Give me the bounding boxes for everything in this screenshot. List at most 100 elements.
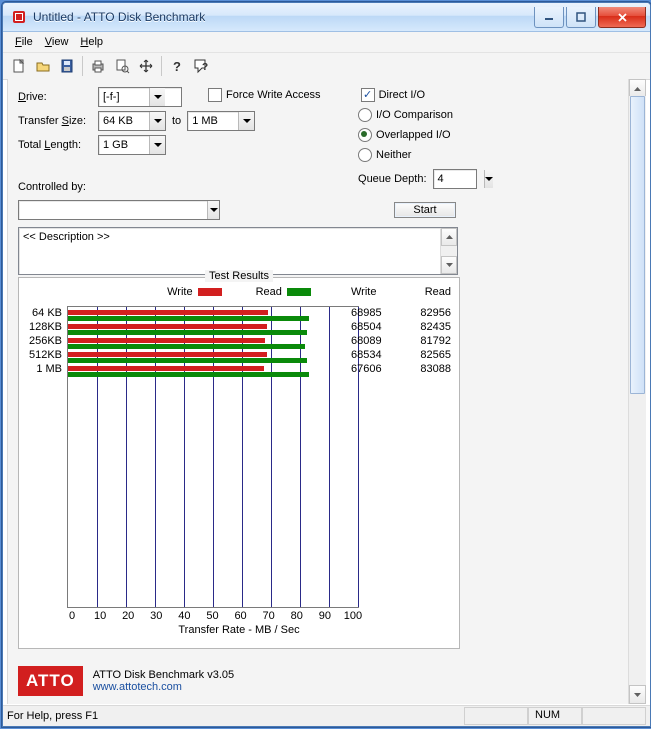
- x-tick: 0: [62, 610, 82, 622]
- status-help: For Help, press F1: [7, 710, 98, 722]
- open-icon[interactable]: [31, 54, 55, 78]
- value-row: 6850482435: [351, 320, 451, 334]
- y-label: 64 KB: [19, 306, 65, 320]
- write-bar: [68, 352, 267, 357]
- scroll-thumb[interactable]: [630, 96, 645, 394]
- svg-text:?: ?: [173, 59, 181, 74]
- numeric-values: 6898582956685048243568089817926853482565…: [351, 306, 451, 376]
- move-icon[interactable]: [134, 54, 158, 78]
- statusbar: For Help, press F1 NUM: [3, 705, 650, 726]
- y-axis-labels: 64 KB128KB256KB512KB1 MB: [19, 306, 65, 376]
- svg-text:?: ?: [202, 62, 208, 73]
- controlled-by-combo[interactable]: [18, 200, 220, 220]
- legend-write-label: Write: [167, 286, 192, 298]
- x-tick: 40: [174, 610, 194, 622]
- status-cell-3: [582, 707, 646, 725]
- new-icon[interactable]: [7, 54, 31, 78]
- maximize-button[interactable]: [566, 7, 596, 28]
- drive-combo[interactable]: [-f-]: [98, 87, 182, 107]
- queue-depth-combo[interactable]: 4: [433, 169, 477, 189]
- write-bar: [68, 324, 267, 329]
- direct-io-checkbox[interactable]: Direct I/O: [361, 88, 425, 102]
- menu-file[interactable]: File: [9, 34, 39, 50]
- value-row: 6760683088: [351, 362, 451, 376]
- overlapped-io-radio[interactable]: Overlapped I/O: [358, 128, 451, 142]
- x-tick: 80: [287, 610, 307, 622]
- read-bar: [68, 372, 309, 377]
- write-bar: [68, 366, 264, 371]
- queue-depth-label: Queue Depth:: [358, 173, 427, 185]
- neither-radio[interactable]: Neither: [358, 148, 411, 162]
- transfer-to-combo[interactable]: 1 MB: [187, 111, 255, 131]
- x-tick: 10: [90, 610, 110, 622]
- chevron-down-icon[interactable]: [207, 201, 219, 219]
- print-preview-icon[interactable]: [110, 54, 134, 78]
- chevron-down-icon[interactable]: [149, 112, 165, 130]
- menu-view[interactable]: View: [39, 34, 75, 50]
- chevron-down-icon[interactable]: [484, 170, 493, 188]
- status-num: NUM: [528, 707, 582, 725]
- x-tick: 90: [315, 610, 335, 622]
- start-button[interactable]: Start: [394, 202, 456, 218]
- product-url[interactable]: www.attotech.com: [93, 681, 234, 693]
- x-tick: 20: [118, 610, 138, 622]
- whats-this-icon[interactable]: ?: [189, 54, 213, 78]
- drive-label: Drive:: [18, 91, 98, 103]
- product-name: ATTO Disk Benchmark v3.05: [93, 669, 234, 681]
- value-row: 6808981792: [351, 334, 451, 348]
- transfer-from-combo[interactable]: 64 KB: [98, 111, 166, 131]
- x-tick: 50: [202, 610, 222, 622]
- read-swatch: [287, 288, 311, 296]
- chevron-down-icon[interactable]: [238, 112, 254, 130]
- read-bar: [68, 344, 305, 349]
- print-icon[interactable]: [86, 54, 110, 78]
- x-tick: 100: [343, 610, 363, 622]
- chevron-down-icon[interactable]: [149, 88, 165, 106]
- x-axis-labels: 0102030405060708090100: [67, 610, 363, 622]
- value-row: 6898582956: [351, 306, 451, 320]
- main-scrollbar[interactable]: [628, 79, 646, 704]
- read-bar: [68, 316, 309, 321]
- scroll-down-button[interactable]: [629, 685, 646, 704]
- y-label: 512KB: [19, 348, 65, 362]
- x-tick: 30: [146, 610, 166, 622]
- description-textarea[interactable]: << Description >>: [18, 227, 458, 275]
- io-comparison-radio[interactable]: I/O Comparison: [358, 108, 453, 122]
- atto-logo: ATTO: [18, 666, 83, 696]
- branding: ATTO ATTO Disk Benchmark v3.05 www.attot…: [18, 666, 234, 696]
- y-label: 128KB: [19, 320, 65, 334]
- write-swatch: [198, 288, 222, 296]
- x-tick: 60: [231, 610, 251, 622]
- chevron-down-icon[interactable]: [149, 136, 165, 154]
- save-icon[interactable]: [55, 54, 79, 78]
- force-write-checkbox[interactable]: Force Write Access: [208, 88, 321, 102]
- legend-read-label: Read: [256, 286, 282, 298]
- client-area: Drive: [-f-] Transfer Size: 64 KB to 1 M…: [7, 79, 646, 704]
- x-axis-title: Transfer Rate - MB / Sec: [19, 624, 459, 636]
- menubar: File View Help: [3, 32, 650, 53]
- y-label: 1 MB: [19, 362, 65, 376]
- to-label: to: [172, 115, 181, 127]
- titlebar[interactable]: Untitled - ATTO Disk Benchmark: [3, 3, 650, 32]
- status-cell-1: [464, 707, 528, 725]
- total-length-combo[interactable]: 1 GB: [98, 135, 166, 155]
- app-icon: [11, 9, 27, 25]
- write-bar: [68, 310, 268, 315]
- menu-help[interactable]: Help: [74, 34, 109, 50]
- window-title: Untitled - ATTO Disk Benchmark: [33, 10, 532, 24]
- app-window: Untitled - ATTO Disk Benchmark File View…: [2, 2, 651, 727]
- results-header: Write Read: [351, 286, 451, 298]
- close-button[interactable]: [598, 7, 646, 28]
- y-label: 256KB: [19, 334, 65, 348]
- controlled-by-label: Controlled by:: [18, 181, 86, 193]
- textarea-scrollbar[interactable]: [440, 228, 457, 274]
- read-bar: [68, 358, 307, 363]
- toolbar: ? ?: [3, 53, 650, 80]
- transfer-size-label: Transfer Size:: [18, 115, 98, 127]
- total-length-label: Total Length:: [18, 139, 98, 151]
- scroll-track[interactable]: [629, 96, 646, 687]
- minimize-button[interactable]: [534, 7, 564, 28]
- description-text: << Description >>: [23, 231, 110, 243]
- bar-chart: [67, 306, 359, 608]
- help-icon[interactable]: ?: [165, 54, 189, 78]
